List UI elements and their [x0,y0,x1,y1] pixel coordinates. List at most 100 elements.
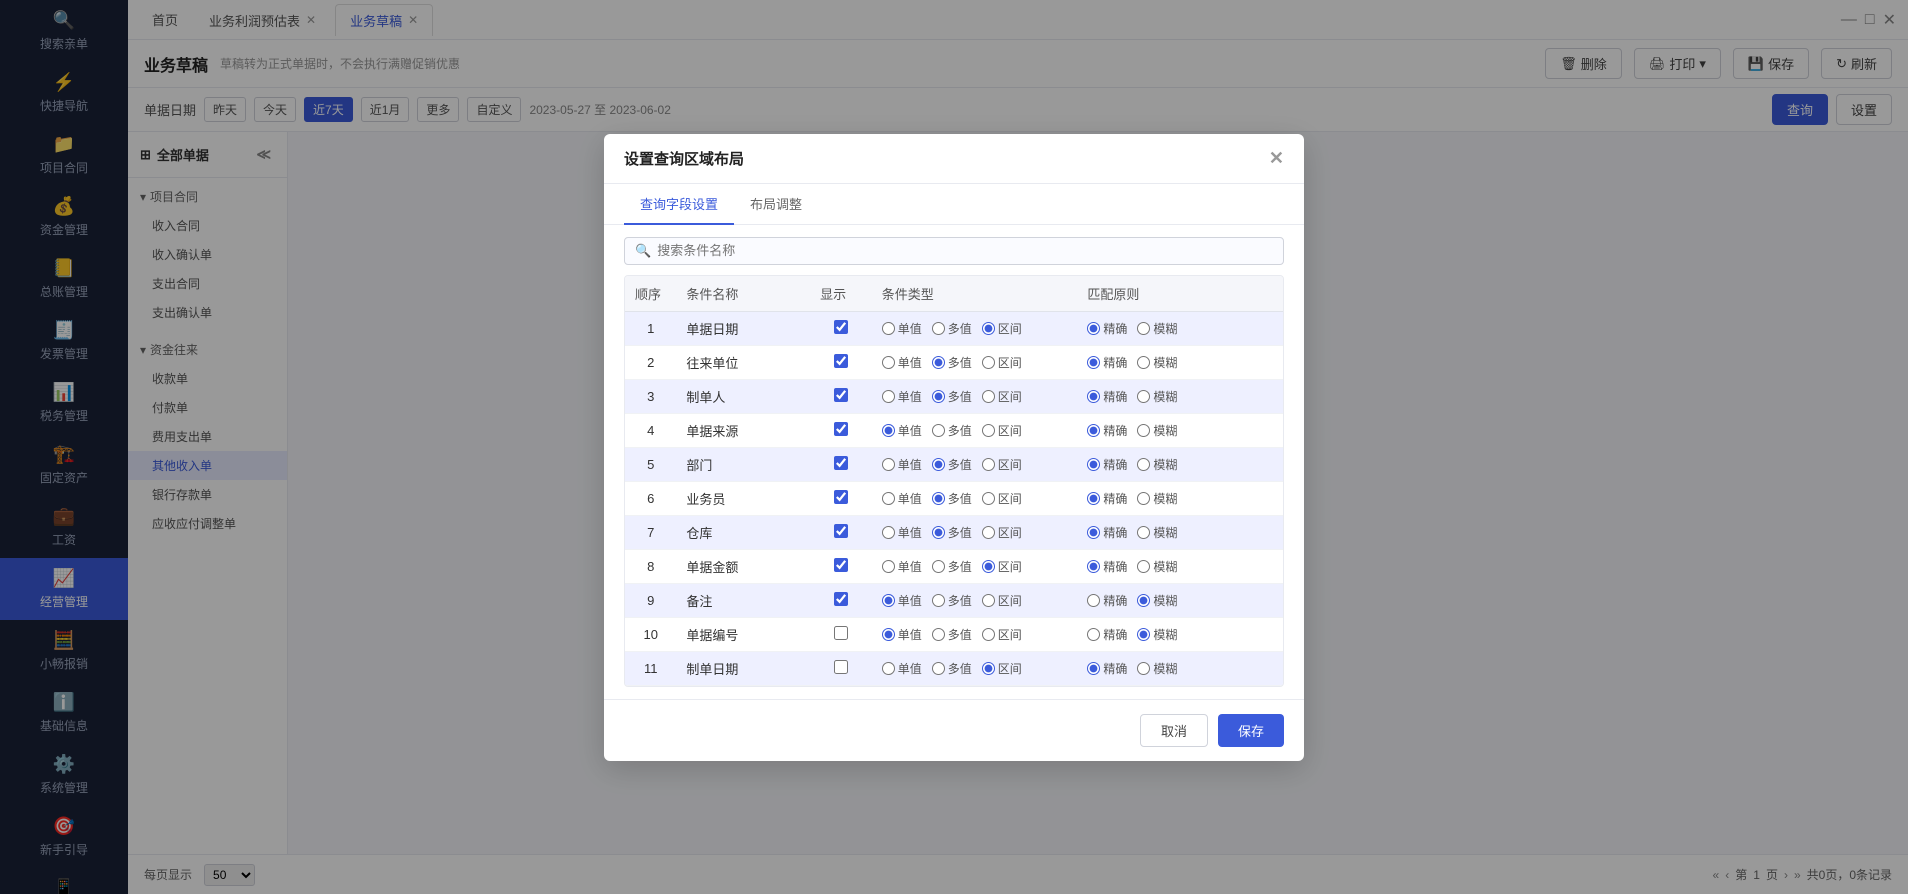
cell-type[interactable]: 单值多值区间 [872,447,1078,481]
radio-type-单值[interactable]: 单值 [882,456,922,473]
show-checkbox[interactable] [834,320,848,334]
radio-type-区间[interactable]: 区间 [982,490,1022,507]
radio-type-多值[interactable]: 多值 [932,354,972,371]
radio-match-精确[interactable]: 精确 [1087,456,1127,473]
cell-type[interactable]: 单值多值区间 [872,651,1078,685]
cell-type[interactable]: 单值多值区间 [872,413,1078,447]
cancel-button[interactable]: 取消 [1140,714,1208,747]
radio-type-多值[interactable]: 多值 [932,524,972,541]
radio-type-多值[interactable]: 多值 [932,320,972,337]
radio-type-区间[interactable]: 区间 [982,558,1022,575]
cell-match[interactable]: 精确模糊 [1077,413,1283,447]
radio-type-区间[interactable]: 区间 [982,354,1022,371]
radio-type-多值[interactable]: 多值 [932,626,972,643]
cell-show[interactable] [810,515,872,549]
cell-match[interactable]: 精确模糊 [1077,515,1283,549]
cell-type[interactable]: 单值多值区间 [872,515,1078,549]
radio-type-多值[interactable]: 多值 [932,660,972,677]
cell-type[interactable]: 单值多值区间 [872,379,1078,413]
cell-show[interactable] [810,549,872,583]
radio-match-模糊[interactable]: 模糊 [1137,558,1177,575]
radio-type-多值[interactable]: 多值 [932,422,972,439]
radio-type-多值[interactable]: 多值 [932,592,972,609]
radio-type-单值[interactable]: 单值 [882,660,922,677]
radio-type-单值[interactable]: 单值 [882,558,922,575]
radio-match-模糊[interactable]: 模糊 [1137,354,1177,371]
cell-show[interactable] [810,617,872,651]
radio-match-精确[interactable]: 精确 [1087,422,1127,439]
cell-show[interactable] [810,379,872,413]
cell-match[interactable]: 精确模糊 [1077,617,1283,651]
radio-type-区间[interactable]: 区间 [982,456,1022,473]
radio-match-模糊[interactable]: 模糊 [1137,524,1177,541]
radio-match-模糊[interactable]: 模糊 [1137,388,1177,405]
radio-match-模糊[interactable]: 模糊 [1137,456,1177,473]
cell-match[interactable]: 精确模糊 [1077,447,1283,481]
radio-match-精确[interactable]: 精确 [1087,660,1127,677]
cell-show[interactable] [810,583,872,617]
show-checkbox[interactable] [834,422,848,436]
cell-show[interactable] [810,345,872,379]
cell-match[interactable]: 精确模糊 [1077,583,1283,617]
show-checkbox[interactable] [834,456,848,470]
modal-tab-layout[interactable]: 布局调整 [734,184,818,225]
cell-match[interactable]: 精确模糊 [1077,345,1283,379]
radio-match-精确[interactable]: 精确 [1087,558,1127,575]
modal-search-input[interactable] [657,243,1273,258]
radio-match-模糊[interactable]: 模糊 [1137,422,1177,439]
radio-type-单值[interactable]: 单值 [882,354,922,371]
radio-type-单值[interactable]: 单值 [882,388,922,405]
radio-type-区间[interactable]: 区间 [982,660,1022,677]
radio-match-精确[interactable]: 精确 [1087,490,1127,507]
radio-match-模糊[interactable]: 模糊 [1137,626,1177,643]
radio-type-单值[interactable]: 单值 [882,320,922,337]
cell-show[interactable] [810,651,872,685]
radio-type-单值[interactable]: 单值 [882,524,922,541]
radio-type-单值[interactable]: 单值 [882,592,922,609]
show-checkbox[interactable] [834,660,848,674]
radio-match-模糊[interactable]: 模糊 [1137,660,1177,677]
cell-match[interactable]: 精确模糊 [1077,481,1283,515]
show-checkbox[interactable] [834,490,848,504]
cell-type[interactable]: 单值多值区间 [872,549,1078,583]
radio-type-单值[interactable]: 单值 [882,490,922,507]
radio-type-区间[interactable]: 区间 [982,626,1022,643]
radio-type-单值[interactable]: 单值 [882,626,922,643]
radio-match-精确[interactable]: 精确 [1087,626,1127,643]
cell-type[interactable]: 单值多值区间 [872,583,1078,617]
radio-match-精确[interactable]: 精确 [1087,320,1127,337]
show-checkbox[interactable] [834,388,848,402]
cell-type[interactable]: 单值多值区间 [872,617,1078,651]
cell-type[interactable]: 单值多值区间 [872,345,1078,379]
cell-show[interactable] [810,481,872,515]
cell-match[interactable]: 精确模糊 [1077,651,1283,685]
cell-match[interactable]: 精确模糊 [1077,549,1283,583]
radio-match-精确[interactable]: 精确 [1087,524,1127,541]
radio-type-区间[interactable]: 区间 [982,388,1022,405]
radio-match-精确[interactable]: 精确 [1087,592,1127,609]
radio-type-区间[interactable]: 区间 [982,524,1022,541]
radio-type-多值[interactable]: 多值 [932,456,972,473]
show-checkbox[interactable] [834,354,848,368]
modal-close-button[interactable]: ✕ [1269,148,1284,169]
radio-match-精确[interactable]: 精确 [1087,388,1127,405]
cell-type[interactable]: 单值多值区间 [872,481,1078,515]
modal-tab-fields[interactable]: 查询字段设置 [624,184,734,225]
radio-type-多值[interactable]: 多值 [932,490,972,507]
cell-show[interactable] [810,311,872,345]
show-checkbox[interactable] [834,592,848,606]
radio-type-多值[interactable]: 多值 [932,558,972,575]
cell-type[interactable]: 单值多值区间 [872,311,1078,345]
radio-match-精确[interactable]: 精确 [1087,354,1127,371]
radio-type-区间[interactable]: 区间 [982,422,1022,439]
cell-show[interactable] [810,447,872,481]
show-checkbox[interactable] [834,558,848,572]
radio-match-模糊[interactable]: 模糊 [1137,320,1177,337]
radio-match-模糊[interactable]: 模糊 [1137,592,1177,609]
radio-type-单值[interactable]: 单值 [882,422,922,439]
modal-save-button[interactable]: 保存 [1218,714,1284,747]
show-checkbox[interactable] [834,524,848,538]
radio-type-区间[interactable]: 区间 [982,320,1022,337]
radio-type-多值[interactable]: 多值 [932,388,972,405]
cell-match[interactable]: 精确模糊 [1077,379,1283,413]
